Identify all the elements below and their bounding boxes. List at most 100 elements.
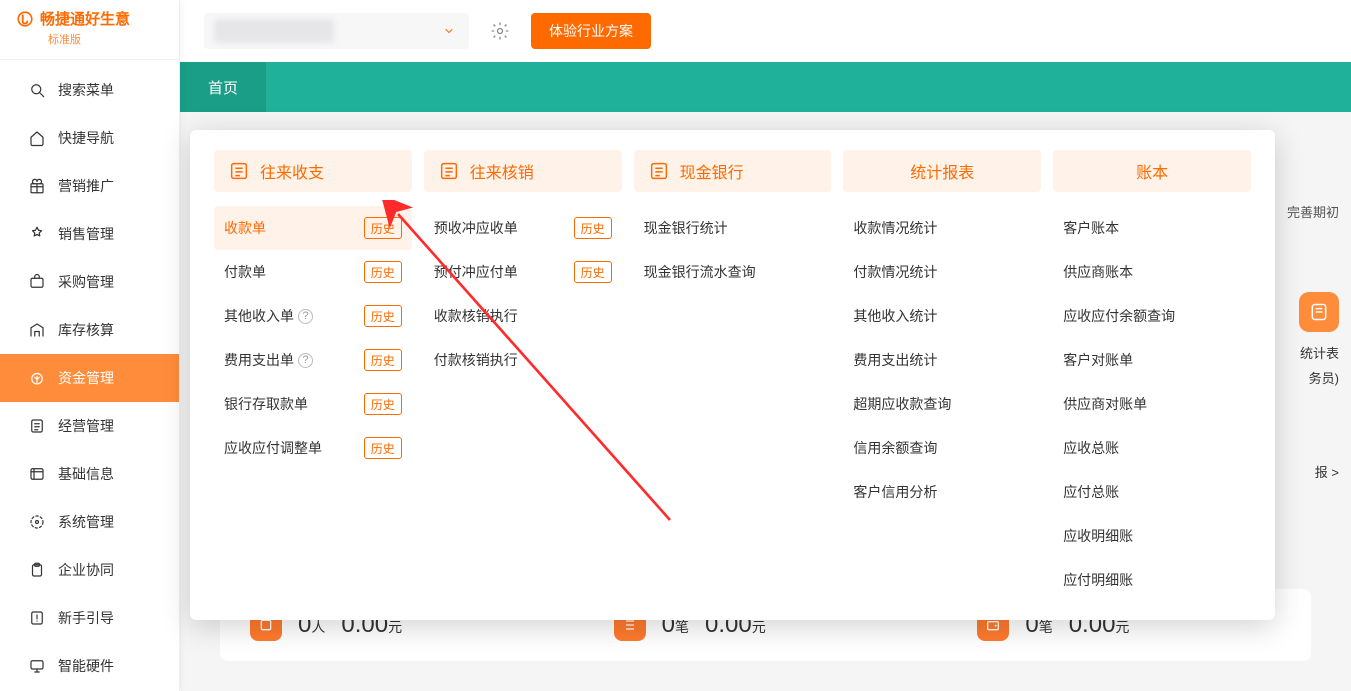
sidebar-item-search[interactable]: 搜索菜单 <box>0 66 179 114</box>
menu-item-label: 收款核销执行 <box>434 306 518 326</box>
menu-item[interactable]: 供应商账本 <box>1053 250 1251 294</box>
history-tag[interactable]: 历史 <box>364 217 402 239</box>
menu-item-label: 客户对账单 <box>1063 350 1133 370</box>
menu-item[interactable]: 收款核销执行 <box>424 294 622 338</box>
search-icon <box>28 81 46 99</box>
sidebar-item-label: 企业协同 <box>58 560 114 580</box>
sidebar-item-gift[interactable]: 营销推广 <box>0 162 179 210</box>
stock-icon <box>28 321 46 339</box>
history-tag[interactable]: 历史 <box>574 261 612 283</box>
menu-item[interactable]: 收款单历史 <box>214 206 412 250</box>
sidebar-item-home[interactable]: 快捷导航 <box>0 114 179 162</box>
menu-col-2: 现金银行现金银行统计现金银行流水查询 <box>634 150 832 600</box>
bg-side-link[interactable]: 报 > <box>1269 461 1339 486</box>
brand-edition: 标准版 <box>48 31 163 47</box>
settings-button[interactable] <box>483 14 517 48</box>
history-tag[interactable]: 历史 <box>364 393 402 415</box>
money-icon <box>28 369 46 387</box>
industry-plan-button[interactable]: 体验行业方案 <box>531 13 651 49</box>
sidebar-item-settings[interactable]: 系统管理 <box>0 498 179 546</box>
sidebar-item-label: 营销推广 <box>58 176 114 196</box>
help-icon[interactable]: ? <box>298 353 313 368</box>
menu-item[interactable]: 应收应付余额查询 <box>1053 294 1251 338</box>
sidebar-item-label: 搜索菜单 <box>58 80 114 100</box>
menu-item[interactable]: 预收冲应收单 历史 <box>424 206 622 250</box>
menu-item[interactable]: 客户对账单 <box>1053 338 1251 382</box>
sidebar-item-money[interactable]: 资金管理 <box>0 354 179 402</box>
tab-home[interactable]: 首页 <box>180 62 266 112</box>
stat-1-count-unit: 人 <box>311 619 325 635</box>
menu-item-label: 供应商账本 <box>1063 262 1133 282</box>
menu-item[interactable]: 费用支出统计 <box>843 338 1041 382</box>
history-tag[interactable]: 历史 <box>364 261 402 283</box>
menu-item[interactable]: 付款情况统计 <box>843 250 1041 294</box>
menu-item[interactable]: 收款情况统计 <box>843 206 1041 250</box>
sidebar-item-label: 新手引导 <box>58 608 114 628</box>
menu-item[interactable]: 超期应收款查询 <box>843 382 1041 426</box>
menu-item[interactable]: 供应商对账单 <box>1053 382 1251 426</box>
menu-col-1: 往来核销预收冲应收单历史预付冲应付单历史收款核销执行付款核销执行 <box>424 150 622 600</box>
org-selector[interactable] <box>204 13 469 49</box>
stat-2-count-unit: 笔 <box>675 619 689 635</box>
menu-item-label: 费用支出统计 <box>853 350 937 370</box>
menu-item[interactable]: 应收总账 <box>1053 426 1251 470</box>
menu-col-title: 现金银行 <box>680 159 744 183</box>
logo-area: 畅捷通好生意 标准版 <box>0 0 179 60</box>
home-icon <box>28 129 46 147</box>
sidebar-item-cart[interactable]: 采购管理 <box>0 258 179 306</box>
sidebar-item-sale[interactable]: 销售管理 <box>0 210 179 258</box>
sidebar-item-manage[interactable]: 经营管理 <box>0 402 179 450</box>
fund-management-menu-panel: 往来收支收款单历史付款单历史其他收入单?历史费用支出单?历史银行存取款单历史应收… <box>190 130 1275 620</box>
history-tag[interactable]: 历史 <box>364 305 402 327</box>
menu-item-label: 预收冲应收单 <box>434 218 518 238</box>
menu-col-title: 账本 <box>1136 159 1168 183</box>
menu-item[interactable]: 其他收入单?历史 <box>214 294 412 338</box>
menu-item-label: 费用支出单? <box>224 350 313 370</box>
menu-item-label: 应付明细账 <box>1063 570 1133 590</box>
brand-logo-icon <box>16 10 34 28</box>
sidebar-item-label: 系统管理 <box>58 512 114 532</box>
stat-2-amount-unit: 元 <box>752 619 766 635</box>
menu-item-label: 供应商对账单 <box>1063 394 1147 414</box>
menu-col-title: 往来收支 <box>260 159 324 183</box>
history-tag[interactable]: 历史 <box>574 217 612 239</box>
report-shortcut-icon[interactable] <box>1299 292 1339 332</box>
menu-item[interactable]: 客户账本 <box>1053 206 1251 250</box>
menu-item[interactable]: 预付冲应付单历史 <box>424 250 622 294</box>
menu-item[interactable]: 其他收入统计 <box>843 294 1041 338</box>
sidebar-item-info[interactable]: 基础信息 <box>0 450 179 498</box>
menu-item[interactable]: 应收应付调整单 历史 <box>214 426 412 470</box>
menu-item[interactable]: 费用支出单? 历史 <box>214 338 412 382</box>
help-icon[interactable]: ? <box>298 309 313 324</box>
menu-item-label: 其他收入统计 <box>853 306 937 326</box>
menu-item[interactable]: 付款核销执行 <box>424 338 622 382</box>
menu-item[interactable]: 付款单 历史 <box>214 250 412 294</box>
menu-col-header: 统计报表 <box>843 150 1041 192</box>
menu-item-label: 银行存取款单 <box>224 394 308 414</box>
menu-item[interactable]: 应付总账 <box>1053 470 1251 514</box>
sidebar-item-guide[interactable]: 新手引导 <box>0 594 179 642</box>
menu-item[interactable]: 现金银行流水查询 <box>634 250 832 294</box>
sidebar-item-stock[interactable]: 库存核算 <box>0 306 179 354</box>
history-tag[interactable]: 历史 <box>364 349 402 371</box>
menu-item[interactable]: 现金银行统计 <box>634 206 832 250</box>
menu-item[interactable]: 信用余额查询 <box>843 426 1041 470</box>
menu-item-label: 应收应付调整单 <box>224 438 322 458</box>
sidebar-item-label: 基础信息 <box>58 464 114 484</box>
menu-item-label: 付款单 <box>224 262 266 282</box>
history-tag[interactable]: 历史 <box>364 437 402 459</box>
menu-item[interactable]: 应付明细账 <box>1053 558 1251 602</box>
tab-bar: 首页 <box>180 62 1351 112</box>
sidebar-item-tv[interactable]: 智能硬件 <box>0 642 179 690</box>
menu-item-label: 应收总账 <box>1063 438 1119 458</box>
menu-item[interactable]: 客户信用分析 <box>843 470 1041 514</box>
chevron-down-icon <box>443 25 455 37</box>
menu-item[interactable]: 银行存取款单 历史 <box>214 382 412 426</box>
bg-side-panel: 统计表 务员) 报 > <box>1269 292 1339 486</box>
brand-name: 畅捷通好生意 <box>40 8 130 29</box>
menu-item[interactable]: 应收明细账 <box>1053 514 1251 558</box>
menu-item-label: 应收明细账 <box>1063 526 1133 546</box>
menu-col-header: 往来收支 <box>214 150 412 192</box>
menu-item-label: 信用余额查询 <box>853 438 937 458</box>
sidebar-item-clipboard[interactable]: 企业协同 <box>0 546 179 594</box>
